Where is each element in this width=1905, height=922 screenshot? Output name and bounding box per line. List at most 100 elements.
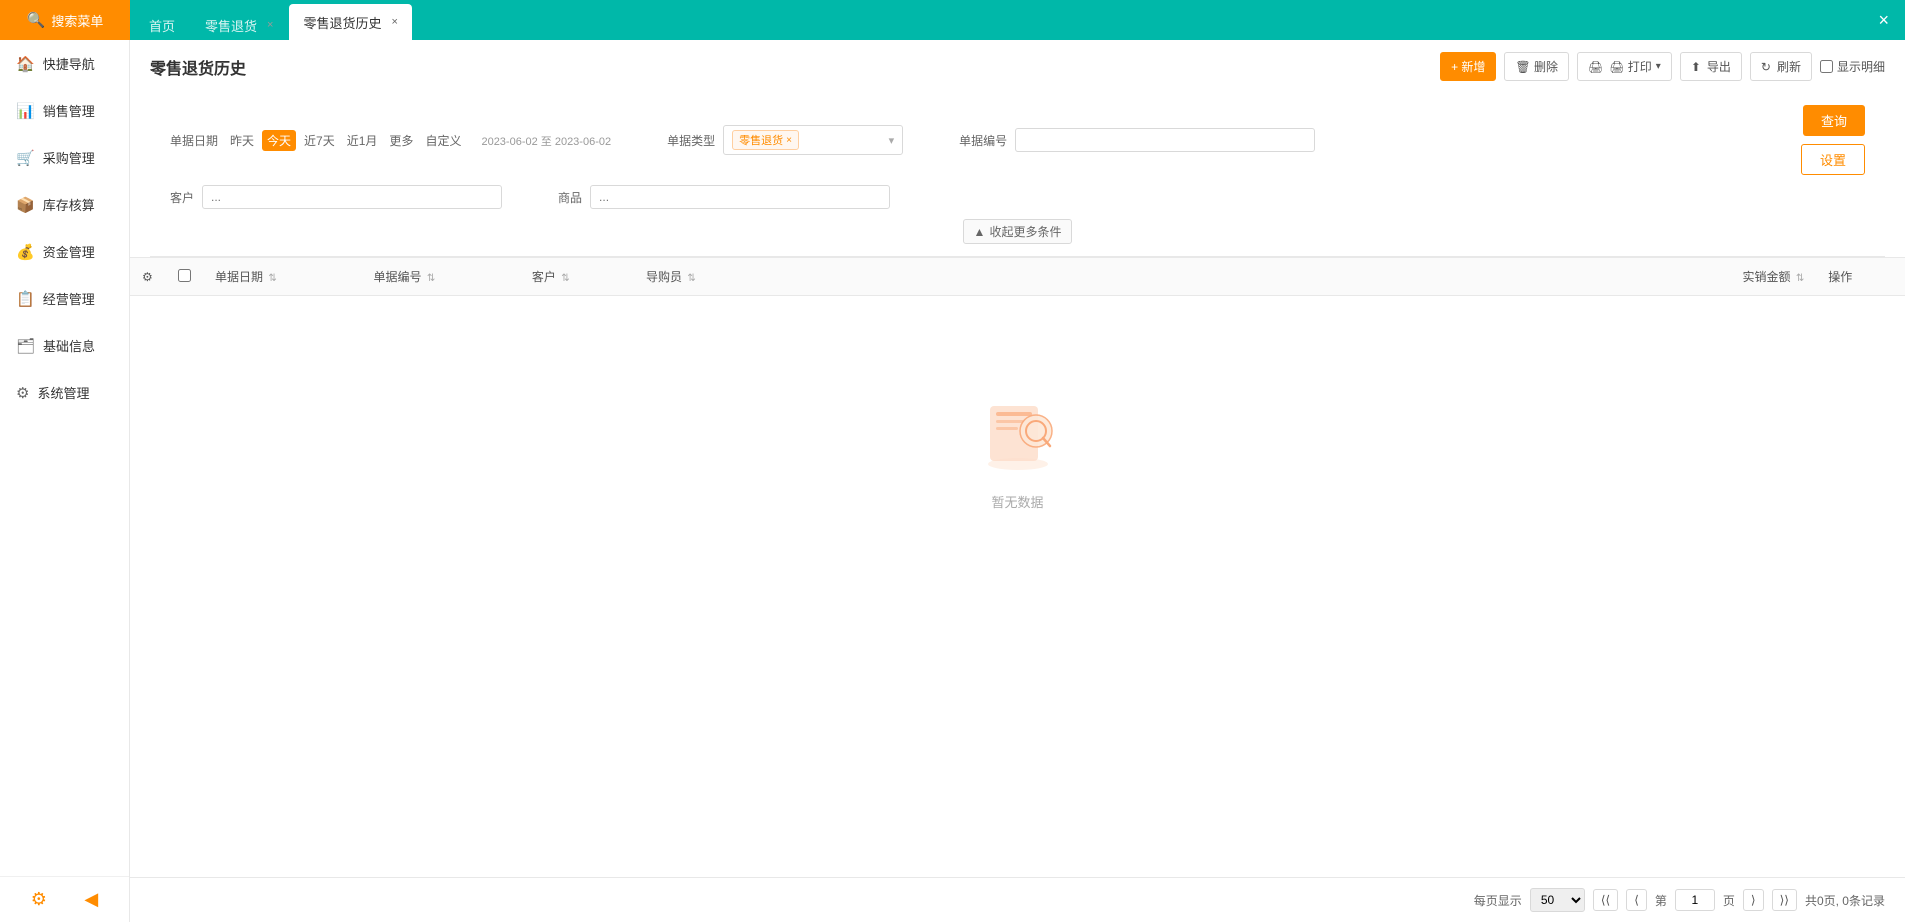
th-guide[interactable]: 导购员 ⇅ <box>634 258 770 296</box>
window-close-btn[interactable]: × <box>1878 10 1889 31</box>
page-input[interactable] <box>1675 889 1715 911</box>
tab-retail-return-label: 零售退货 <box>205 16 257 35</box>
show-detail-checkbox[interactable]: 显示明细 <box>1820 58 1885 75</box>
customer-filter-item: 客户 <box>170 185 502 209</box>
export-icon: ⬆ <box>1691 60 1701 74</box>
sidebar-item-home[interactable]: 🏠 快捷导航 <box>0 40 129 87</box>
number-filter-input[interactable] <box>1015 128 1315 152</box>
tab-retail-return[interactable]: 零售退货 × <box>191 10 287 40</box>
tab-bar: 首页 零售退货 × 零售退货历史 × <box>130 0 1870 40</box>
type-tag-value: 零售退货 <box>739 132 783 148</box>
sidebar-sales-label: 销售管理 <box>43 101 95 120</box>
th-settings[interactable]: ⚙ <box>130 258 166 296</box>
empty-text: 暂无数据 <box>991 492 1043 511</box>
collapse-filter-btn[interactable]: ▲ 收起更多条件 <box>963 219 1073 244</box>
goods-filter-input[interactable] <box>590 185 890 209</box>
date-7days[interactable]: 近7天 <box>300 130 339 151</box>
date-filter-label: 单据日期 <box>170 132 218 149</box>
sidebar-item-operations[interactable]: 📋 经营管理 <box>0 275 129 322</box>
purchase-icon: 🛒 <box>16 149 35 167</box>
export-button[interactable]: ⬆ 导出 <box>1680 52 1742 81</box>
th-checkbox[interactable] <box>166 258 203 296</box>
pagination-bar: 每页显示 50 100 200 ⟨⟨ ⟨ 第 页 ⟩ ⟩⟩ 共0页, 0条记录 <box>130 877 1905 922</box>
filter-row-2: 客户 商品 <box>170 185 1865 209</box>
page-title-row: 零售退货历史 + 新增 🗑 删除 🖨 🖨 打印 ▾ ⬆ 导出 ↻ <box>150 52 1885 81</box>
sales-icon: 📊 <box>16 102 35 120</box>
empty-state: 暂无数据 <box>130 296 1905 591</box>
collapse-icon: ▲ <box>974 225 986 239</box>
th-amount[interactable]: 实销金额 ⇅ <box>1658 258 1816 296</box>
content-area: 零售退货历史 + 新增 🗑 删除 🖨 🖨 打印 ▾ ⬆ 导出 ↻ <box>130 40 1905 922</box>
date-yesterday[interactable]: 昨天 <box>226 130 258 151</box>
sidebar-basicinfo-label: 基础信息 <box>43 336 95 355</box>
th-date[interactable]: 单据日期 ⇅ <box>203 258 361 296</box>
th-number[interactable]: 单据编号 ⇅ <box>361 258 519 296</box>
tab-retail-return-history[interactable]: 零售退货历史 × <box>289 4 411 40</box>
tab-home[interactable]: 首页 <box>135 10 189 40</box>
table-settings-icon[interactable]: ⚙ <box>142 270 153 284</box>
goods-filter-item: 商品 <box>558 185 890 209</box>
empty-row: 暂无数据 <box>130 296 1905 592</box>
table-body: 暂无数据 <box>130 296 1905 592</box>
tab-retail-return-history-close[interactable]: × <box>391 16 397 28</box>
sidebar: 🏠 快捷导航 📊 销售管理 🛒 采购管理 📦 库存核算 💰 资金管理 📋 经营管… <box>0 40 130 922</box>
tab-home-label: 首页 <box>149 16 175 35</box>
date-custom[interactable]: 自定义 <box>421 130 465 151</box>
th-spacer <box>770 258 1658 296</box>
print-icon: 🖨 <box>1588 60 1603 74</box>
new-button[interactable]: + 新增 <box>1440 52 1496 81</box>
settings-bottom-icon[interactable]: ⚙ <box>31 889 47 910</box>
th-customer[interactable]: 客户 ⇅ <box>520 258 634 296</box>
prev-page-btn[interactable]: ⟨ <box>1626 889 1647 911</box>
date-filter-item: 单据日期 昨天 今天 近7天 近1月 更多 自定义 <box>170 130 465 151</box>
print-button[interactable]: 🖨 🖨 打印 ▾ <box>1577 52 1672 81</box>
first-page-btn[interactable]: ⟨⟨ <box>1593 889 1618 911</box>
page-prefix: 第 <box>1655 892 1667 909</box>
type-tag-remove[interactable]: × <box>786 135 792 146</box>
sidebar-operations-label: 经营管理 <box>43 289 95 308</box>
next-page-btn[interactable]: ⟩ <box>1743 889 1764 911</box>
search-menu-btn[interactable]: 🔍 搜索菜单 <box>27 11 104 30</box>
date-range-item: 2023-06-02 至 2023-06-02 <box>481 131 611 149</box>
page-header: 零售退货历史 + 新增 🗑 删除 🖨 🖨 打印 ▾ ⬆ 导出 ↻ <box>130 40 1905 258</box>
number-filter-item: 单据编号 <box>959 128 1315 152</box>
tab-retail-return-close[interactable]: × <box>267 19 273 31</box>
sidebar-item-purchase[interactable]: 🛒 采购管理 <box>0 134 129 181</box>
sidebar-home-label: 快捷导航 <box>43 54 95 73</box>
date-1month[interactable]: 近1月 <box>343 130 382 151</box>
print-dropdown-icon: ▾ <box>1656 61 1661 72</box>
type-dropdown-icon: ▾ <box>889 134 895 147</box>
sort-date-icon: ⇅ <box>268 273 276 284</box>
delete-button[interactable]: 🗑 删除 <box>1504 52 1569 81</box>
date-filter-options: 昨天 今天 近7天 近1月 更多 自定义 <box>226 130 465 151</box>
pagination-total: 共0页, 0条记录 <box>1805 892 1885 909</box>
last-page-btn[interactable]: ⟩⟩ <box>1772 889 1797 911</box>
empty-illustration <box>968 376 1068 476</box>
page-title: 零售退货历史 <box>150 55 246 79</box>
filter-row-1: 单据日期 昨天 今天 近7天 近1月 更多 自定义 2023-06-02 至 2… <box>170 105 1865 175</box>
set-button[interactable]: 设置 <box>1801 144 1865 175</box>
query-button[interactable]: 查询 <box>1803 105 1865 136</box>
per-page-select[interactable]: 50 100 200 <box>1530 888 1585 912</box>
customer-filter-label: 客户 <box>170 189 194 206</box>
date-more[interactable]: 更多 <box>385 130 417 151</box>
filter-area: 单据日期 昨天 今天 近7天 近1月 更多 自定义 2023-06-02 至 2… <box>150 93 1885 257</box>
sidebar-item-sales[interactable]: 📊 销售管理 <box>0 87 129 134</box>
date-today[interactable]: 今天 <box>262 130 296 151</box>
finance-icon: 💰 <box>16 243 35 261</box>
select-all-checkbox[interactable] <box>178 269 191 282</box>
sidebar-item-finance[interactable]: 💰 资金管理 <box>0 228 129 275</box>
sidebar-system-label: 系统管理 <box>37 383 89 402</box>
search-menu-area[interactable]: 🔍 搜索菜单 <box>0 0 130 40</box>
sidebar-bottom: ⚙ ◀ <box>0 876 129 922</box>
sidebar-item-basicinfo[interactable]: 🗂 基础信息 <box>0 322 129 369</box>
collapse-sidebar-icon[interactable]: ◀ <box>84 889 98 910</box>
show-detail-input[interactable] <box>1820 60 1833 73</box>
basicinfo-icon: 🗂 <box>16 337 35 355</box>
sidebar-item-inventory[interactable]: 📦 库存核算 <box>0 181 129 228</box>
sidebar-item-system[interactable]: ⚙ 系统管理 <box>0 369 129 416</box>
type-filter-select[interactable]: 零售退货 × ▾ <box>723 125 903 155</box>
refresh-icon: ↻ <box>1761 60 1771 74</box>
customer-filter-input[interactable] <box>202 185 502 209</box>
refresh-button[interactable]: ↻ 刷新 <box>1750 52 1812 81</box>
